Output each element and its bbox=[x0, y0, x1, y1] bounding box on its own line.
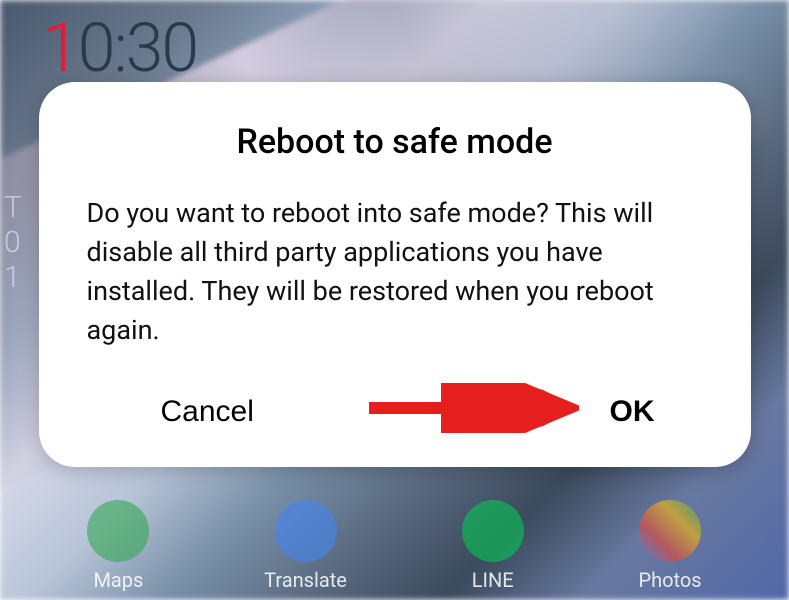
maps-icon bbox=[87, 500, 149, 562]
clock-rest: 0:30 bbox=[78, 8, 197, 88]
dock-item-photos[interactable]: Photos bbox=[638, 500, 701, 592]
translate-icon bbox=[275, 500, 337, 562]
dialog-button-row: Cancel OK bbox=[87, 387, 703, 437]
dialog-title: Reboot to safe mode bbox=[87, 122, 703, 162]
ok-button[interactable]: OK bbox=[610, 387, 655, 437]
safe-mode-dialog: Reboot to safe mode Do you want to reboo… bbox=[39, 82, 751, 467]
dock-label: Translate bbox=[264, 568, 347, 592]
dock-label: Maps bbox=[93, 568, 143, 592]
dialog-body: Do you want to reboot into safe mode? Th… bbox=[87, 194, 703, 351]
dock-label: Photos bbox=[638, 568, 701, 592]
clock-hour-first: 1 bbox=[42, 8, 78, 88]
dock-item-line[interactable]: LINE bbox=[462, 500, 524, 592]
dock-item-translate[interactable]: Translate bbox=[264, 500, 347, 592]
line-icon bbox=[462, 500, 524, 562]
app-dock: Maps Translate LINE Photos bbox=[0, 500, 789, 600]
dock-label: LINE bbox=[472, 568, 514, 592]
photos-icon bbox=[639, 500, 701, 562]
cancel-button[interactable]: Cancel bbox=[161, 387, 254, 437]
dock-item-maps[interactable]: Maps bbox=[87, 500, 149, 592]
status-clock: 1 0:30 bbox=[42, 8, 197, 88]
side-widget: T 0 1 bbox=[4, 190, 22, 295]
